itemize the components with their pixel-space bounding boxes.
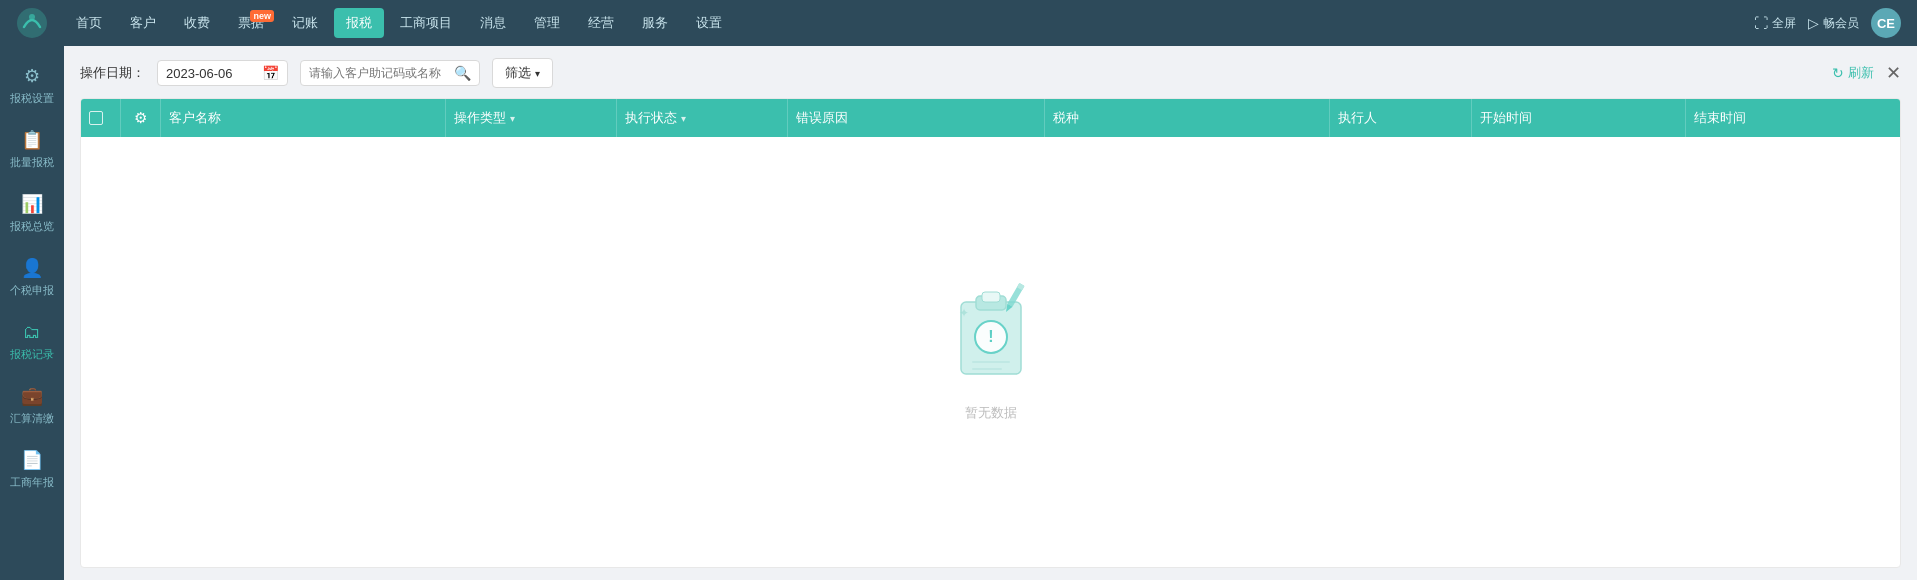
sidebar-icon-annual-report: 📄 xyxy=(20,448,44,472)
sidebar-label-batch-tax: 批量报税 xyxy=(10,155,54,170)
sidebar-icon-tax-overview: 📊 xyxy=(20,192,44,216)
sidebar: ⚙ 报税设置 📋 批量报税 📊 报税总览 👤 个税申报 🗂 报税记录 💼 汇算清缴 📄 工商年报 xyxy=(0,46,64,580)
th-executor: 执行人 xyxy=(1330,99,1473,137)
sidebar-icon-personal-tax: 👤 xyxy=(20,256,44,280)
th-end_time: 结束时间 xyxy=(1686,99,1900,137)
sidebar-label-tax-records: 报税记录 xyxy=(10,347,54,362)
svg-rect-4 xyxy=(982,292,1000,302)
th-client_name: 客户名称 xyxy=(161,99,446,137)
svg-point-1 xyxy=(29,14,35,20)
th-label-tax_type: 税种 xyxy=(1053,109,1079,127)
refresh-icon: ↻ xyxy=(1832,65,1844,81)
th-label-error_reason: 错误原因 xyxy=(796,109,848,127)
sidebar-icon-batch-tax: 📋 xyxy=(20,128,44,152)
sidebar-label-settlement: 汇算清缴 xyxy=(10,411,54,426)
fullscreen-icon: ⛶ xyxy=(1754,15,1768,31)
nav-item-operation[interactable]: 经营 xyxy=(576,8,626,38)
chevron-down-icon: ▾ xyxy=(535,68,540,79)
th-tax_type: 税种 xyxy=(1045,99,1330,137)
sort-icon-exec_status[interactable]: ▾ xyxy=(681,113,686,124)
refresh-button[interactable]: ↻ 刷新 xyxy=(1832,64,1874,82)
th-label-start_time: 开始时间 xyxy=(1480,109,1532,127)
sidebar-icon-tax-settings: ⚙ xyxy=(20,64,44,88)
sidebar-label-tax-settings: 报税设置 xyxy=(10,91,54,106)
date-label: 操作日期： xyxy=(80,64,145,82)
th-label-op_type: 操作类型 xyxy=(454,109,506,127)
sidebar-item-tax-overview[interactable]: 📊 报税总览 xyxy=(0,182,64,244)
vip-icon: ▷ xyxy=(1808,15,1819,31)
nav-item-invoice[interactable]: 票据new xyxy=(226,8,276,38)
sidebar-item-batch-tax[interactable]: 📋 批量报税 xyxy=(0,118,64,180)
top-nav: 首页客户收费票据new记账报税工商项目消息管理经营服务设置 ⛶ 全屏 ▷ 畅会员… xyxy=(0,0,1917,46)
svg-point-0 xyxy=(17,8,47,38)
checkbox-input[interactable] xyxy=(89,111,103,125)
sidebar-label-annual-report: 工商年报 xyxy=(10,475,54,490)
empty-text: 暂无数据 xyxy=(965,404,1017,422)
nav-item-message[interactable]: 消息 xyxy=(468,8,518,38)
sidebar-label-tax-overview: 报税总览 xyxy=(10,219,54,234)
nav-item-tax[interactable]: 报税 xyxy=(334,8,384,38)
nav-item-customer[interactable]: 客户 xyxy=(118,8,168,38)
svg-text:!: ! xyxy=(988,328,993,345)
date-input[interactable] xyxy=(166,66,256,81)
sidebar-item-personal-tax[interactable]: 👤 个税申报 xyxy=(0,246,64,308)
vip-label: 畅会员 xyxy=(1823,15,1859,32)
sidebar-label-personal-tax: 个税申报 xyxy=(10,283,54,298)
th-start_time: 开始时间 xyxy=(1472,99,1686,137)
filter-label: 筛选 xyxy=(505,64,531,82)
date-picker[interactable]: 📅 xyxy=(157,60,288,86)
table-body: ! ✦ 暂无数据 xyxy=(81,137,1900,567)
th-label-exec_status: 执行状态 xyxy=(625,109,677,127)
th-settings: ⚙ xyxy=(121,99,161,137)
search-box[interactable]: 🔍 xyxy=(300,60,480,86)
toolbar: 操作日期： 📅 🔍 筛选 ▾ ↻ 刷新 ✕ xyxy=(80,58,1901,88)
nav-item-accounting[interactable]: 记账 xyxy=(280,8,330,38)
nav-item-fee[interactable]: 收费 xyxy=(172,8,222,38)
sidebar-icon-tax-records: 🗂 xyxy=(20,320,44,344)
sidebar-item-settlement[interactable]: 💼 汇算清缴 xyxy=(0,374,64,436)
refresh-label: 刷新 xyxy=(1848,64,1874,82)
sidebar-item-annual-report[interactable]: 📄 工商年报 xyxy=(0,438,64,500)
search-input[interactable] xyxy=(309,66,448,80)
filter-button[interactable]: 筛选 ▾ xyxy=(492,58,553,88)
toolbar-right: ↻ 刷新 ✕ xyxy=(1832,64,1901,82)
nav-right: ⛶ 全屏 ▷ 畅会员 CE xyxy=(1754,8,1901,38)
sidebar-item-tax-records[interactable]: 🗂 报税记录 xyxy=(0,310,64,372)
nav-item-biz[interactable]: 工商项目 xyxy=(388,8,464,38)
sidebar-item-tax-settings[interactable]: ⚙ 报税设置 xyxy=(0,54,64,116)
nav-item-home[interactable]: 首页 xyxy=(64,8,114,38)
th-label-end_time: 结束时间 xyxy=(1694,109,1746,127)
th-exec_status[interactable]: 执行状态 ▾ xyxy=(617,99,788,137)
avatar[interactable]: CE xyxy=(1871,8,1901,38)
nav-item-settings[interactable]: 设置 xyxy=(684,8,734,38)
settings-icon[interactable]: ⚙ xyxy=(134,109,147,127)
content-area: 操作日期： 📅 🔍 筛选 ▾ ↻ 刷新 ✕ ⚙客 xyxy=(64,46,1917,580)
th-label-executor: 执行人 xyxy=(1338,109,1377,127)
search-icon: 🔍 xyxy=(454,65,471,81)
calendar-icon: 📅 xyxy=(262,65,279,81)
empty-illustration: ! ✦ xyxy=(941,282,1041,392)
nav-items: 首页客户收费票据new记账报税工商项目消息管理经营服务设置 xyxy=(64,8,1754,38)
header-checkbox[interactable] xyxy=(89,111,103,125)
th-label-client_name: 客户名称 xyxy=(169,109,221,127)
svg-text:✦: ✦ xyxy=(959,306,969,320)
table: ⚙ 客户名称 操作类型 ▾ 执行状态 ▾ 错误原因 税种 执行人 开始时间 结束时间 ! xyxy=(80,98,1901,568)
sort-icon-op_type[interactable]: ▾ xyxy=(510,113,515,124)
th-error_reason: 错误原因 xyxy=(788,99,1045,137)
nav-item-manage[interactable]: 管理 xyxy=(522,8,572,38)
fullscreen-label: 全屏 xyxy=(1772,15,1796,32)
app-logo[interactable] xyxy=(16,7,48,39)
nav-item-service[interactable]: 服务 xyxy=(630,8,680,38)
nav-badge-new: new xyxy=(250,10,274,22)
fullscreen-btn[interactable]: ⛶ 全屏 xyxy=(1754,15,1796,32)
sidebar-icon-settlement: 💼 xyxy=(20,384,44,408)
vip-btn[interactable]: ▷ 畅会员 xyxy=(1808,15,1859,32)
empty-state: ! ✦ 暂无数据 xyxy=(941,282,1041,422)
th-checkbox xyxy=(81,99,121,137)
th-op_type[interactable]: 操作类型 ▾ xyxy=(446,99,617,137)
close-button[interactable]: ✕ xyxy=(1886,64,1901,82)
table-header: ⚙ 客户名称 操作类型 ▾ 执行状态 ▾ 错误原因 税种 执行人 开始时间 结束时间 xyxy=(81,99,1900,137)
main-layout: ⚙ 报税设置 📋 批量报税 📊 报税总览 👤 个税申报 🗂 报税记录 💼 汇算清缴 📄 工商年报 操作日期… xyxy=(0,46,1917,580)
